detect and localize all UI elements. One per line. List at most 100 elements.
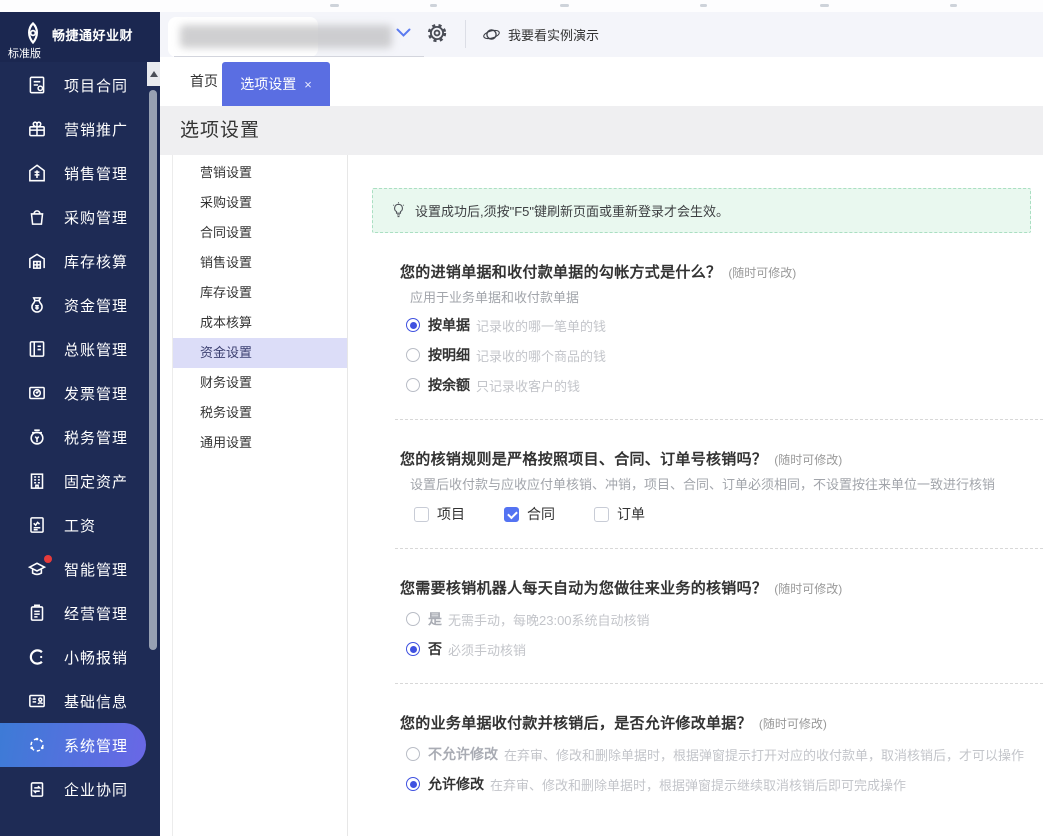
demo-link[interactable]: 我要看实例演示 [482, 23, 599, 45]
page-title: 选项设置 [180, 120, 261, 141]
money-bag-icon [26, 294, 48, 316]
body-area: 营销设置 采购设置 合同设置 销售设置 库存设置 成本核算 资金设置 财务设置 税务设置 通用设置… [160, 155, 1043, 836]
radio-option[interactable]: 不允许修改 在弃审、修改和删除单据时，根据弹窗提示打开对应的收付款单，取消核销后，… [406, 744, 1043, 764]
sidebar-item-basic-info[interactable]: 基础信息 [0, 679, 147, 723]
logo-block: 畅捷通好业财 标准版 [0, 12, 160, 62]
sidebar-item-marketing[interactable]: 营销推广 [0, 107, 147, 151]
radio-option[interactable]: 否必须手动核销 [406, 639, 1043, 659]
doc-contract-icon [26, 74, 48, 96]
scroll-up-button[interactable] [147, 62, 160, 86]
option-label: 按单据 [428, 317, 470, 333]
settings-nav-inventory[interactable]: 库存设置 [173, 278, 347, 308]
question-hint: (随时可修改) [774, 582, 843, 596]
sidebar-item-expense[interactable]: 小畅报销 [0, 635, 147, 679]
sidebar-item-project-contract[interactable]: 项目合同 [0, 63, 147, 107]
sidebar-item-label: 智能管理 [64, 561, 129, 579]
radio-unchecked-icon[interactable] [406, 612, 420, 626]
question-subtitle: 设置后收付款与应收应付单核销、冲销，项目、合同、订单必须相同，不设置按往来单位一… [410, 477, 996, 492]
option-description: 必须手动核销 [448, 642, 527, 658]
checkbox-unchecked-icon[interactable] [414, 506, 429, 522]
topbar-divider [465, 20, 466, 48]
sidebar-item-system-management[interactable]: 系统管理 [0, 723, 146, 767]
settings-nav-contract[interactable]: 合同设置 [173, 218, 347, 248]
sync-icon [26, 734, 48, 756]
checkbox-unchecked-icon[interactable] [594, 506, 609, 522]
question-hint: (随时可修改) [758, 717, 827, 731]
question-title-row: 您需要核销机器人每天自动为您做往来业务的核销吗？ (随时可修改) [400, 577, 1043, 599]
sidebar-item-invoice[interactable]: 发票管理 [0, 371, 147, 415]
top-bar: 我要看实例演示 [160, 12, 1043, 57]
sidebar-item-label: 小畅报销 [64, 649, 129, 667]
tab-options-settings[interactable]: 选项设置 × [222, 62, 330, 106]
option-label: 合同 [527, 506, 555, 522]
invoice-icon [26, 382, 48, 404]
close-icon[interactable]: × [304, 77, 312, 92]
sidebar-item-label: 采购管理 [64, 209, 129, 227]
sidebar-item-label: 系统管理 [64, 737, 129, 755]
settings-nav-tax[interactable]: 税务设置 [173, 398, 347, 428]
sidebar-item-payroll[interactable]: 工资 [0, 503, 147, 547]
building-icon [26, 470, 48, 492]
radio-unchecked-icon[interactable] [406, 747, 420, 761]
settings-nav-cost[interactable]: 成本核算 [173, 308, 347, 338]
checkbox-option[interactable]: 订单 [586, 504, 676, 524]
question-title: 您的核销规则是严格按照项目、合同、订单号核销吗？ [400, 451, 768, 468]
sidebar-item-smart-management[interactable]: 智能管理 [0, 547, 147, 591]
brand-name: 畅捷通好业财 [52, 28, 134, 43]
tab-bar: 首页 选项设置 × [160, 57, 1043, 106]
gift-icon [26, 118, 48, 140]
primary-sidebar: 畅捷通好业财 标准版 项目合同营销推广销售管理采购管理库存核算资金管理 总账管理发… [0, 12, 160, 836]
option-description: 无需手动，每晚23:00系统自动核销 [448, 612, 650, 628]
radio-option[interactable]: 允许修改 在弃审、修改和删除单据时，根据弹窗提示继续取消核销后即可完成操作 [406, 774, 1043, 794]
settings-nav-funds[interactable]: 资金设置 [173, 338, 347, 368]
option-label: 按明细 [428, 347, 470, 363]
radio-option[interactable]: 是无需手动，每晚23:00系统自动核销 [406, 609, 1043, 629]
option-label: 按余额 [428, 377, 470, 393]
sidebar-item-purchase[interactable]: 采购管理 [0, 195, 147, 239]
option-label: 项目 [437, 506, 465, 522]
checkbox-checked-icon[interactable] [504, 506, 519, 522]
settings-nav-finance[interactable]: 财务设置 [173, 368, 347, 398]
radio-option[interactable]: 按单据 记录收的哪一笔单的钱 [406, 315, 1043, 335]
sidebar-item-fixed-assets[interactable]: 固定资产 [0, 459, 147, 503]
radio-option[interactable]: 按明细 记录收的哪个商品的钱 [406, 345, 1043, 365]
sidebar-item-label: 税务管理 [64, 429, 129, 447]
radio-checked-icon[interactable] [406, 318, 420, 332]
option-label: 不允许修改 [428, 746, 498, 762]
chanjet-logo-icon [28, 21, 38, 45]
settings-nav-sales[interactable]: 销售设置 [173, 248, 347, 278]
question-hint: (随时可修改) [728, 266, 797, 280]
chevron-down-icon[interactable] [396, 28, 411, 38]
gear-icon[interactable] [426, 22, 448, 44]
tax-icon [26, 426, 48, 448]
sidebar-item-label: 发票管理 [64, 385, 129, 403]
sidebar-item-label: 营销推广 [64, 121, 129, 139]
settings-nav-general[interactable]: 通用设置 [173, 428, 347, 458]
question-title-row: 您的核销规则是严格按照项目、合同、订单号核销吗？ (随时可修改) [400, 448, 1043, 470]
section-divider [395, 419, 1043, 420]
tab-label: 选项设置 [240, 76, 297, 92]
sidebar-item-sales[interactable]: 销售管理 [0, 151, 147, 195]
radio-unchecked-icon[interactable] [406, 348, 420, 362]
sidebar-item-operations[interactable]: 经营管理 [0, 591, 147, 635]
sidebar-item-general-ledger[interactable]: 总账管理 [0, 327, 147, 371]
radio-checked-icon[interactable] [406, 777, 420, 791]
notice-banner: 设置成功后,须按"F5"键刷新页面或重新登录才会生效。 [372, 188, 1031, 233]
radio-unchecked-icon[interactable] [406, 378, 420, 392]
settings-nav-marketing[interactable]: 营销设置 [173, 158, 347, 188]
sidebar-item-inventory[interactable]: 库存核算 [0, 239, 147, 283]
checkbox-option[interactable]: 项目 [406, 504, 496, 524]
sidebar-item-tax[interactable]: 税务管理 [0, 415, 147, 459]
sidebar-item-funds[interactable]: 资金管理 [0, 283, 147, 327]
settings-nav-purchase[interactable]: 采购设置 [173, 188, 347, 218]
radio-checked-icon[interactable] [406, 642, 420, 656]
scrollbar-thumb[interactable] [149, 90, 157, 650]
sidebar-item-label: 基础信息 [64, 693, 129, 711]
checkbox-option[interactable]: 合同 [496, 504, 586, 524]
sidebar-item-enterprise-collab[interactable]: 企业协同 [0, 767, 147, 811]
option-label: 否 [428, 641, 442, 657]
radio-option[interactable]: 按余额 只记录收客户的钱 [406, 375, 1043, 395]
warehouse-icon [26, 250, 48, 272]
sidebar-item-label: 库存核算 [64, 253, 129, 271]
account-name-redacted[interactable] [180, 25, 392, 48]
